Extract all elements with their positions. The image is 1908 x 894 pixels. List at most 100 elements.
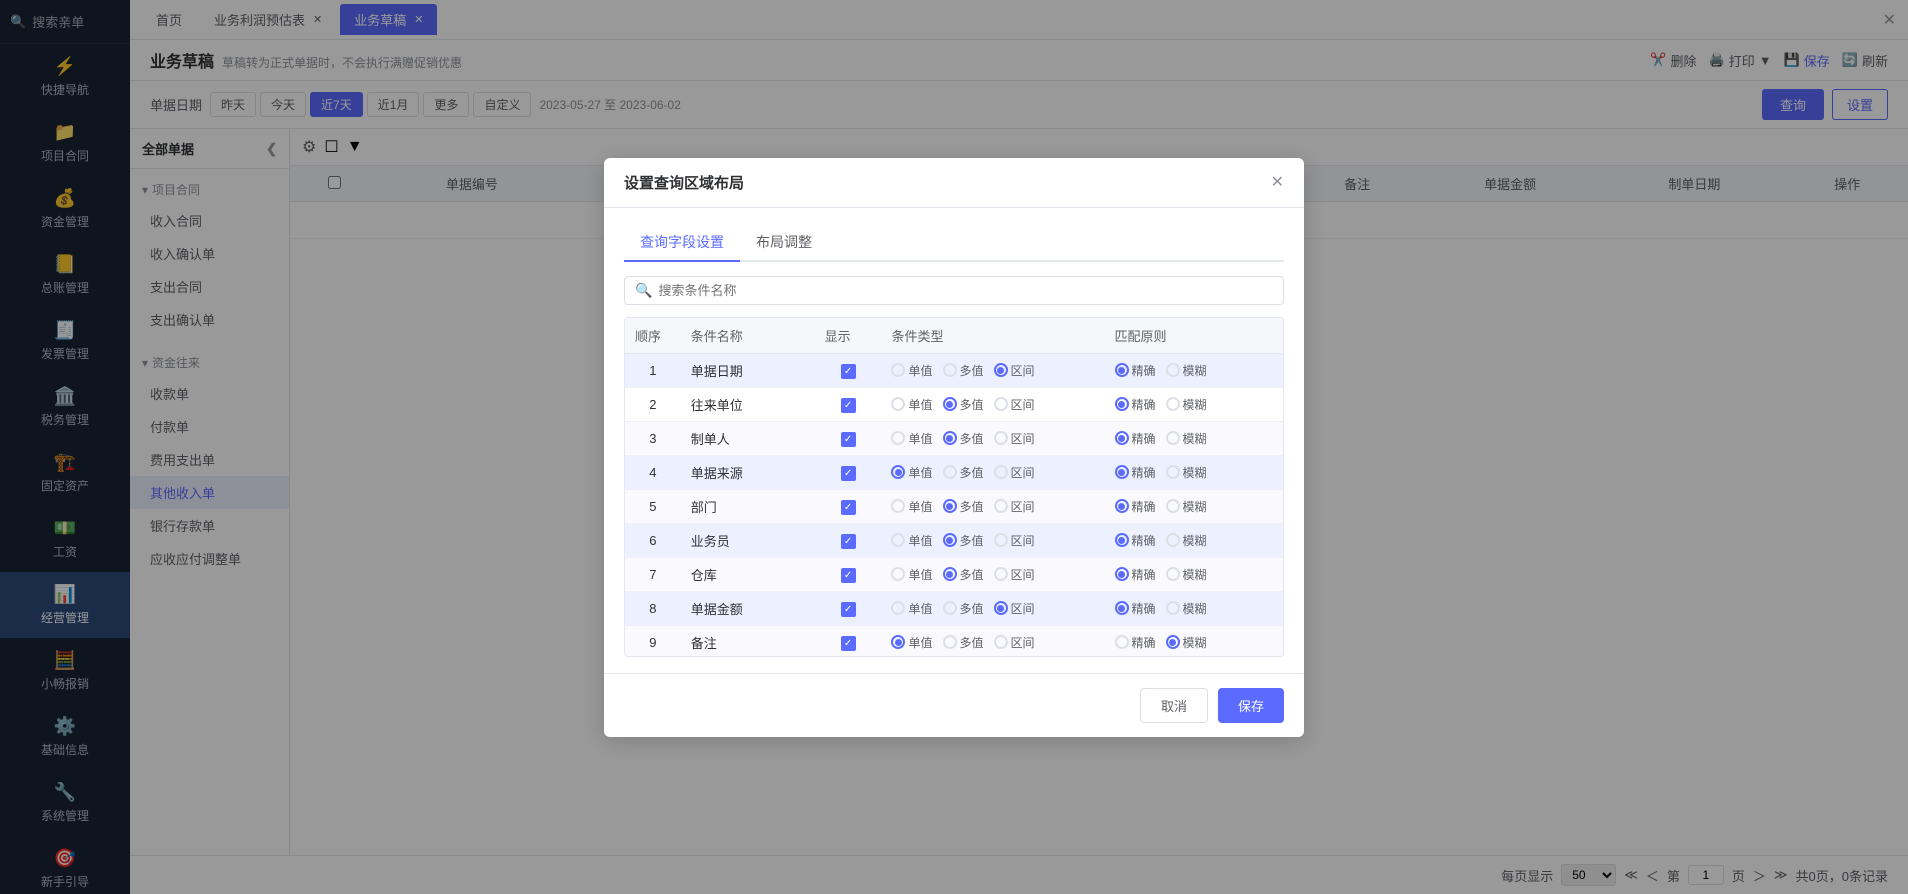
type-range-4[interactable]: 区间	[994, 498, 1035, 515]
type-single-7[interactable]: 单值	[891, 600, 932, 617]
checkbox-checked[interactable]: ✓	[841, 398, 856, 413]
type-multiple-2[interactable]: 多值	[943, 430, 984, 447]
row-display-3[interactable]: ✓	[815, 455, 882, 489]
row-name-6: 仓库	[681, 557, 815, 591]
match-exact-1[interactable]: 精确	[1115, 396, 1156, 413]
type-multiple-3[interactable]: 多值	[943, 464, 984, 481]
match-exact-5[interactable]: 精确	[1115, 532, 1156, 549]
cancel-button[interactable]: 取消	[1140, 688, 1208, 723]
row-type-7: 单值 多值 区间	[881, 591, 1104, 625]
row-display-6[interactable]: ✓	[815, 557, 882, 591]
type-multiple-4[interactable]: 多值	[943, 498, 984, 515]
row-order-7: 8	[625, 591, 681, 625]
save-button[interactable]: 保存	[1218, 688, 1284, 723]
modal-close-button[interactable]: ✕	[1271, 172, 1284, 192]
match-exact-2[interactable]: 精确	[1115, 430, 1156, 447]
row-name-3: 单据来源	[681, 455, 815, 489]
match-exact-0[interactable]: 精确	[1115, 362, 1156, 379]
match-fuzzy-2[interactable]: 模糊	[1166, 430, 1207, 447]
row-display-5[interactable]: ✓	[815, 523, 882, 557]
row-display-7[interactable]: ✓	[815, 591, 882, 625]
match-exact-7[interactable]: 精确	[1115, 600, 1156, 617]
type-range-5[interactable]: 区间	[994, 532, 1035, 549]
type-single-8[interactable]: 单值	[891, 634, 932, 651]
type-multiple-5[interactable]: 多值	[943, 532, 984, 549]
match-exact-3[interactable]: 精确	[1115, 464, 1156, 481]
checkbox-checked[interactable]: ✓	[841, 568, 856, 583]
checkbox-checked[interactable]: ✓	[841, 432, 856, 447]
type-range-8[interactable]: 区间	[994, 634, 1035, 651]
row-type-4: 单值 多值 区间	[881, 489, 1104, 523]
type-single-2[interactable]: 单值	[891, 430, 932, 447]
row-order-3: 4	[625, 455, 681, 489]
match-fuzzy-5[interactable]: 模糊	[1166, 532, 1207, 549]
type-range-2[interactable]: 区间	[994, 430, 1035, 447]
row-order-4: 5	[625, 489, 681, 523]
match-exact-6[interactable]: 精确	[1115, 566, 1156, 583]
type-multiple-6[interactable]: 多值	[943, 566, 984, 583]
checkbox-checked[interactable]: ✓	[841, 602, 856, 617]
checkbox-checked[interactable]: ✓	[841, 636, 856, 651]
row-display-2[interactable]: ✓	[815, 421, 882, 455]
type-single-6[interactable]: 单值	[891, 566, 932, 583]
search-bar: 🔍	[624, 276, 1284, 305]
type-range-1[interactable]: 区间	[994, 396, 1035, 413]
match-exact-8[interactable]: 精确	[1115, 634, 1156, 651]
checkbox-checked[interactable]: ✓	[841, 534, 856, 549]
row-type-1: 单值 多值 区间	[881, 387, 1104, 421]
type-multiple-8[interactable]: 多值	[943, 634, 984, 651]
type-multiple-7[interactable]: 多值	[943, 600, 984, 617]
match-fuzzy-1[interactable]: 模糊	[1166, 396, 1207, 413]
row-match-7: 精确 模糊	[1105, 591, 1283, 625]
settings-table-row: 7仓库 ✓ 单值 多值 区间 精确 模糊	[625, 557, 1283, 591]
row-display-4[interactable]: ✓	[815, 489, 882, 523]
row-display-8[interactable]: ✓	[815, 625, 882, 657]
row-match-3: 精确 模糊	[1105, 455, 1283, 489]
row-match-1: 精确 模糊	[1105, 387, 1283, 421]
row-name-7: 单据金额	[681, 591, 815, 625]
settings-table-body: 1单据日期✓ 单值 多值 区间 精确 模糊 2往来单位✓ 单值	[625, 353, 1283, 657]
checkbox-checked[interactable]: ✓	[841, 364, 856, 379]
row-type-5: 单值 多值 区间	[881, 523, 1104, 557]
row-display-0[interactable]: ✓	[815, 353, 882, 387]
settings-table-row: 1单据日期✓ 单值 多值 区间 精确 模糊	[625, 353, 1283, 387]
type-multiple-1[interactable]: 多值	[943, 396, 984, 413]
modal-body: 查询字段设置布局调整 🔍 顺序条件名称显示条件类型匹配原则 1单据日期✓	[604, 208, 1304, 673]
type-multiple-0[interactable]: 多值	[943, 362, 984, 379]
type-range-3[interactable]: 区间	[994, 464, 1035, 481]
modal-tabs: 查询字段设置布局调整	[624, 224, 1284, 262]
row-match-6: 精确 模糊	[1105, 557, 1283, 591]
type-single-1[interactable]: 单值	[891, 396, 932, 413]
modal-tab-fields[interactable]: 查询字段设置	[624, 224, 740, 262]
match-fuzzy-0[interactable]: 模糊	[1166, 362, 1207, 379]
match-fuzzy-4[interactable]: 模糊	[1166, 498, 1207, 515]
modal-tab-layout[interactable]: 布局调整	[740, 224, 828, 262]
match-fuzzy-8[interactable]: 模糊	[1166, 634, 1207, 651]
type-range-6[interactable]: 区间	[994, 566, 1035, 583]
match-exact-4[interactable]: 精确	[1115, 498, 1156, 515]
row-order-5: 6	[625, 523, 681, 557]
type-single-0[interactable]: 单值	[891, 362, 932, 379]
settings-table-row: 3制单人✓ 单值 多值 区间 精确 模糊	[625, 421, 1283, 455]
type-range-0[interactable]: 区间	[994, 362, 1035, 379]
match-fuzzy-6[interactable]: 模糊	[1166, 566, 1207, 583]
settings-table-header: 顺序条件名称显示条件类型匹配原则	[625, 318, 1283, 354]
settings-table-row: 6业务员 ✓ 单值 多值 区间 精确 模糊	[625, 523, 1283, 557]
checkbox-checked[interactable]: ✓	[841, 466, 856, 481]
type-range-7[interactable]: 区间	[994, 600, 1035, 617]
row-name-5: 业务员	[681, 523, 815, 557]
match-fuzzy-3[interactable]: 模糊	[1166, 464, 1207, 481]
type-single-3[interactable]: 单值	[891, 464, 932, 481]
type-single-4[interactable]: 单值	[891, 498, 932, 515]
settings-table-row: 5部门✓ 单值 多值 区间 精确 模糊	[625, 489, 1283, 523]
row-match-0: 精确 模糊	[1105, 353, 1283, 387]
checkbox-checked[interactable]: ✓	[841, 500, 856, 515]
match-fuzzy-7[interactable]: 模糊	[1166, 600, 1207, 617]
row-match-4: 精确 模糊	[1105, 489, 1283, 523]
row-display-1[interactable]: ✓	[815, 387, 882, 421]
row-order-1: 2	[625, 387, 681, 421]
search-input[interactable]	[658, 283, 1273, 298]
row-order-6: 7	[625, 557, 681, 591]
type-single-5[interactable]: 单值	[891, 532, 932, 549]
row-match-2: 精确 模糊	[1105, 421, 1283, 455]
